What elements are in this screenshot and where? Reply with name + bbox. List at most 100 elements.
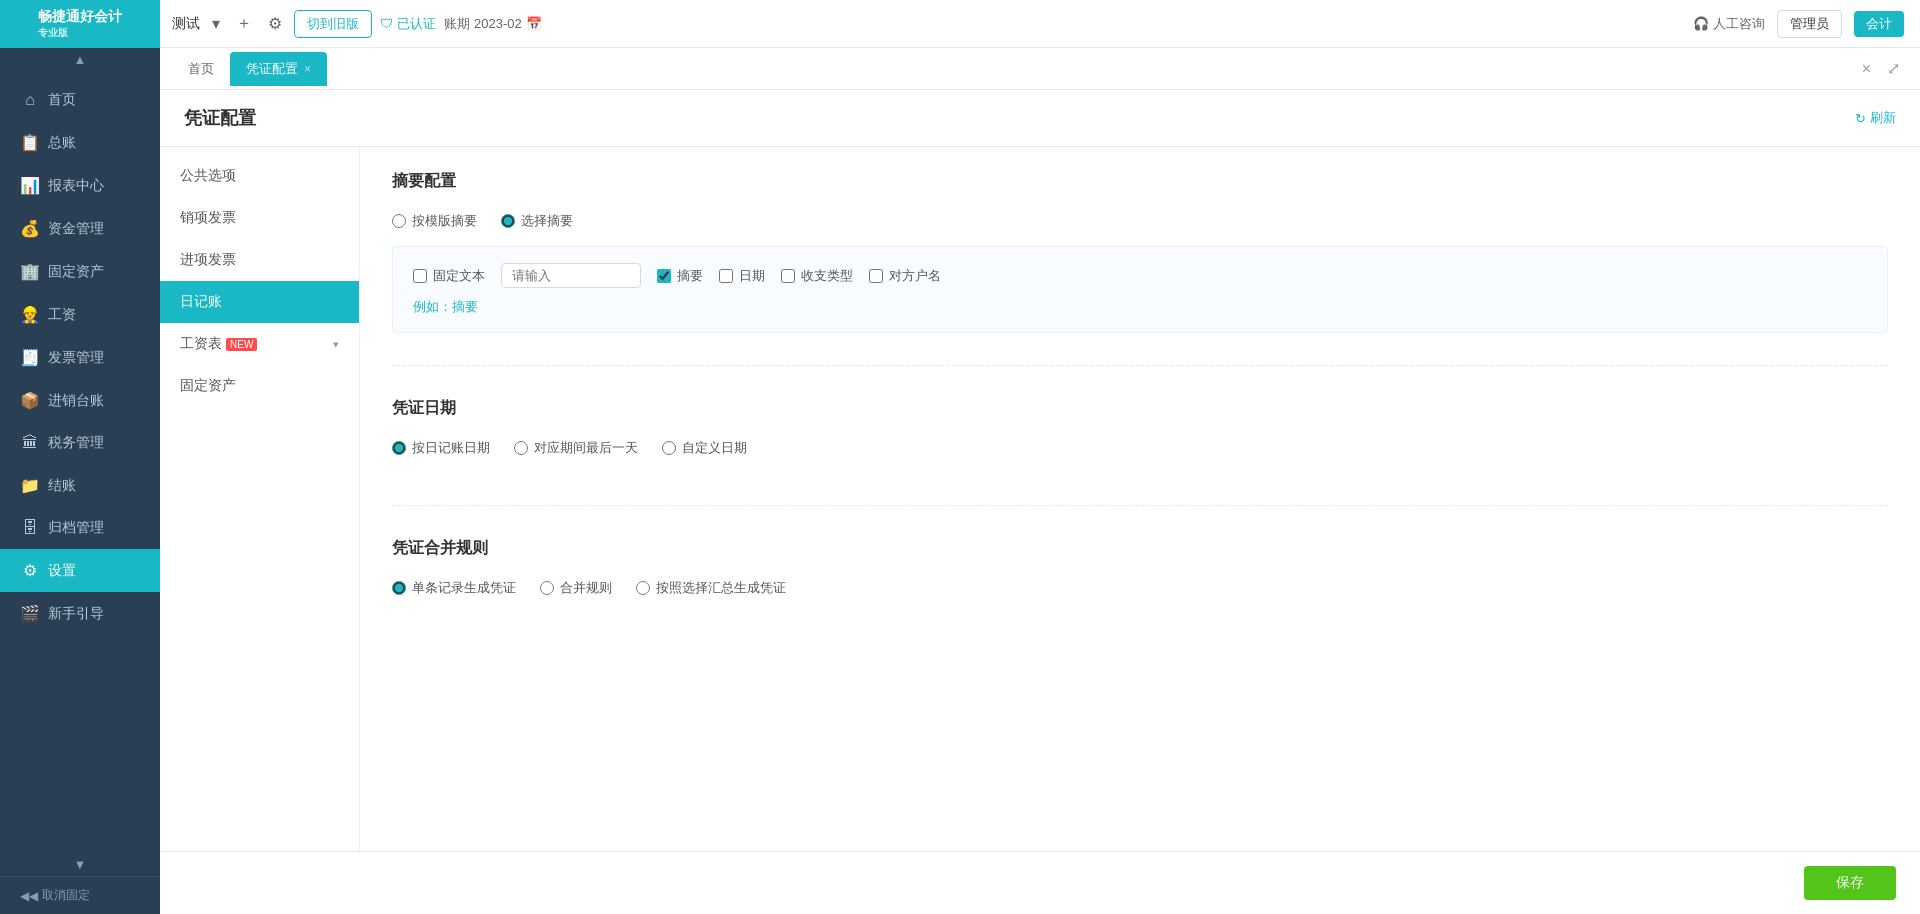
left-nav-label-diary: 日记账 — [180, 293, 222, 309]
tab-close-btn[interactable]: × — [304, 62, 311, 76]
sidebar-item-reports[interactable]: 📊 报表中心 — [0, 164, 160, 207]
summary-checkbox-label[interactable]: 摘要 — [657, 267, 703, 285]
add-btn[interactable]: ＋ — [232, 9, 256, 38]
left-nav-item-input-invoice[interactable]: 进项发票 — [160, 239, 359, 281]
date-section: 凭证日期 按日记账日期 对应期间最后一天 — [392, 398, 1888, 506]
left-nav-item-payroll[interactable]: 工资表 NEW ▾ — [160, 323, 359, 365]
sidebar-scroll-down[interactable]: ▼ — [0, 853, 160, 876]
save-btn[interactable]: 保存 — [1804, 866, 1896, 900]
sidebar-item-sales[interactable]: 📦 进销台账 — [0, 379, 160, 422]
date-radio-diary-label: 按日记账日期 — [412, 439, 490, 457]
sidebar-item-ledger[interactable]: 📋 总账 — [0, 121, 160, 164]
fixed-text-input[interactable] — [501, 263, 641, 288]
sidebar-item-funds[interactable]: 💰 资金管理 — [0, 207, 160, 250]
summary-radio-template-input[interactable] — [392, 214, 406, 228]
close-window-btn[interactable]: × — [1858, 55, 1875, 82]
refresh-label: 刷新 — [1870, 109, 1896, 127]
date-radio-period-last-input[interactable] — [514, 441, 528, 455]
topbar: 畅捷通好会计 专业版 测试 ▾ ＋ ⚙ 切到旧版 🛡 已认证 账期 2023-0… — [0, 0, 1920, 48]
ledger-icon: 📋 — [20, 133, 40, 152]
merge-radio-summary-input[interactable] — [636, 581, 650, 595]
sidebar-item-guide[interactable]: 🎬 新手引导 — [0, 592, 160, 635]
refresh-btn[interactable]: ↻ 刷新 — [1855, 109, 1896, 127]
left-nav-item-public[interactable]: 公共选项 — [160, 155, 359, 197]
date-radio-group: 按日记账日期 对应期间最后一天 自定义日期 — [392, 439, 1888, 457]
merge-radio-rule-label: 合并规则 — [560, 579, 612, 597]
switch-version-btn[interactable]: 切到旧版 — [294, 10, 372, 38]
sidebar-item-payroll[interactable]: 👷 工资 — [0, 293, 160, 336]
sidebar-item-assets[interactable]: 🏢 固定资产 — [0, 250, 160, 293]
tab-voucher-config-label: 凭证配置 — [246, 60, 298, 78]
tax-icon: 🏛 — [20, 434, 40, 452]
sidebar-item-invoice[interactable]: 🧾 发票管理 — [0, 336, 160, 379]
income-type-checkbox-label[interactable]: 收支类型 — [781, 267, 853, 285]
sidebar-item-archive[interactable]: 🗄 归档管理 — [0, 507, 160, 549]
date-label: 日期 — [739, 267, 765, 285]
user-btn[interactable]: 管理员 — [1777, 10, 1842, 38]
project-dropdown-btn[interactable]: ▾ — [208, 10, 224, 37]
date-radio-custom[interactable]: 自定义日期 — [662, 439, 747, 457]
date-radio-period-last[interactable]: 对应期间最后一天 — [514, 439, 638, 457]
project-name: 测试 — [172, 15, 200, 33]
summary-radio-select-input[interactable] — [501, 214, 515, 228]
assets-icon: 🏢 — [20, 262, 40, 281]
merge-radio-rule-input[interactable] — [540, 581, 554, 595]
chevron-icon: ▾ — [333, 338, 339, 351]
fixed-text-checkbox[interactable] — [413, 269, 427, 283]
left-nav-item-output-invoice[interactable]: 销项发票 — [160, 197, 359, 239]
date-checkbox[interactable] — [719, 269, 733, 283]
sidebar-collapse-btn[interactable]: ◀◀ 取消固定 — [0, 876, 160, 914]
income-type-checkbox[interactable] — [781, 269, 795, 283]
summary-radio-template[interactable]: 按模版摘要 — [392, 212, 477, 230]
logo: 畅捷通好会计 专业版 — [0, 0, 160, 48]
left-nav-item-fixed-assets[interactable]: 固定资产 — [160, 365, 359, 407]
summary-section: 摘要配置 按模版摘要 选择摘要 — [392, 171, 1888, 366]
merge-radio-single[interactable]: 单条记录生成凭证 — [392, 579, 516, 597]
merge-radio-rule[interactable]: 合并规则 — [540, 579, 612, 597]
left-nav-label-output-invoice: 销项发票 — [180, 209, 236, 225]
refresh-icon: ↻ — [1855, 111, 1866, 126]
summary-checkbox[interactable] — [657, 269, 671, 283]
date-radio-custom-input[interactable] — [662, 441, 676, 455]
settings-btn[interactable]: ⚙ — [264, 10, 286, 37]
sidebar-item-tax[interactable]: 🏛 税务管理 — [0, 422, 160, 464]
merge-section-title: 凭证合并规则 — [392, 538, 1888, 559]
certified-badge: 🛡 已认证 — [380, 15, 436, 33]
left-nav-label-fixed-assets: 固定资产 — [180, 377, 236, 393]
sidebar-item-label-archive: 归档管理 — [48, 519, 104, 537]
period-label: 账期 — [444, 15, 470, 33]
sidebar-item-label-assets: 固定资产 — [48, 263, 104, 281]
topbar-center: 测试 ▾ ＋ ⚙ 切到旧版 🛡 已认证 账期 2023-02 📅 — [172, 9, 1681, 38]
headset-icon: 🎧 — [1693, 16, 1709, 31]
sidebar-item-closing[interactable]: 📁 结账 — [0, 464, 160, 507]
content-area: 首页 凭证配置 × × ⤢ 凭证配置 ↻ 刷新 — [160, 48, 1920, 914]
tab-home-label: 首页 — [188, 61, 214, 76]
summary-radio-select[interactable]: 选择摘要 — [501, 212, 573, 230]
merge-radio-summary-label: 按照选择汇总生成凭证 — [656, 579, 786, 597]
merge-radio-single-input[interactable] — [392, 581, 406, 595]
settings-icon: ⚙ — [20, 561, 40, 580]
counterpart-checkbox[interactable] — [869, 269, 883, 283]
summary-label: 摘要 — [677, 267, 703, 285]
sidebar-scroll-up[interactable]: ▲ — [0, 48, 160, 71]
left-nav-item-diary[interactable]: 日记账 — [160, 281, 359, 323]
service-btn[interactable]: 🎧 人工咨询 — [1693, 15, 1765, 33]
date-radio-diary-input[interactable] — [392, 441, 406, 455]
tab-voucher-config[interactable]: 凭证配置 × — [230, 52, 327, 86]
sidebar-nav: ⌂ 首页 📋 总账 📊 报表中心 💰 资金管理 🏢 固定资产 👷 工资 — [0, 71, 160, 853]
date-checkbox-label[interactable]: 日期 — [719, 267, 765, 285]
sidebar-item-label-reports: 报表中心 — [48, 177, 104, 195]
home-icon: ⌂ — [20, 91, 40, 109]
merge-radio-summary[interactable]: 按照选择汇总生成凭证 — [636, 579, 786, 597]
counterpart-checkbox-label[interactable]: 对方户名 — [869, 267, 941, 285]
sidebar-item-settings[interactable]: ⚙ 设置 — [0, 549, 160, 592]
certified-text: 已认证 — [397, 15, 436, 33]
sidebar-item-home[interactable]: ⌂ 首页 — [0, 79, 160, 121]
left-nav-label-public: 公共选项 — [180, 167, 236, 183]
date-radio-diary[interactable]: 按日记账日期 — [392, 439, 490, 457]
summary-options-row: 固定文本 摘要 日期 — [413, 263, 1867, 288]
expand-window-btn[interactable]: ⤢ — [1883, 55, 1904, 82]
fixed-text-checkbox-label[interactable]: 固定文本 — [413, 267, 485, 285]
tab-home[interactable]: 首页 — [176, 52, 226, 86]
role-btn[interactable]: 会计 — [1854, 11, 1904, 37]
